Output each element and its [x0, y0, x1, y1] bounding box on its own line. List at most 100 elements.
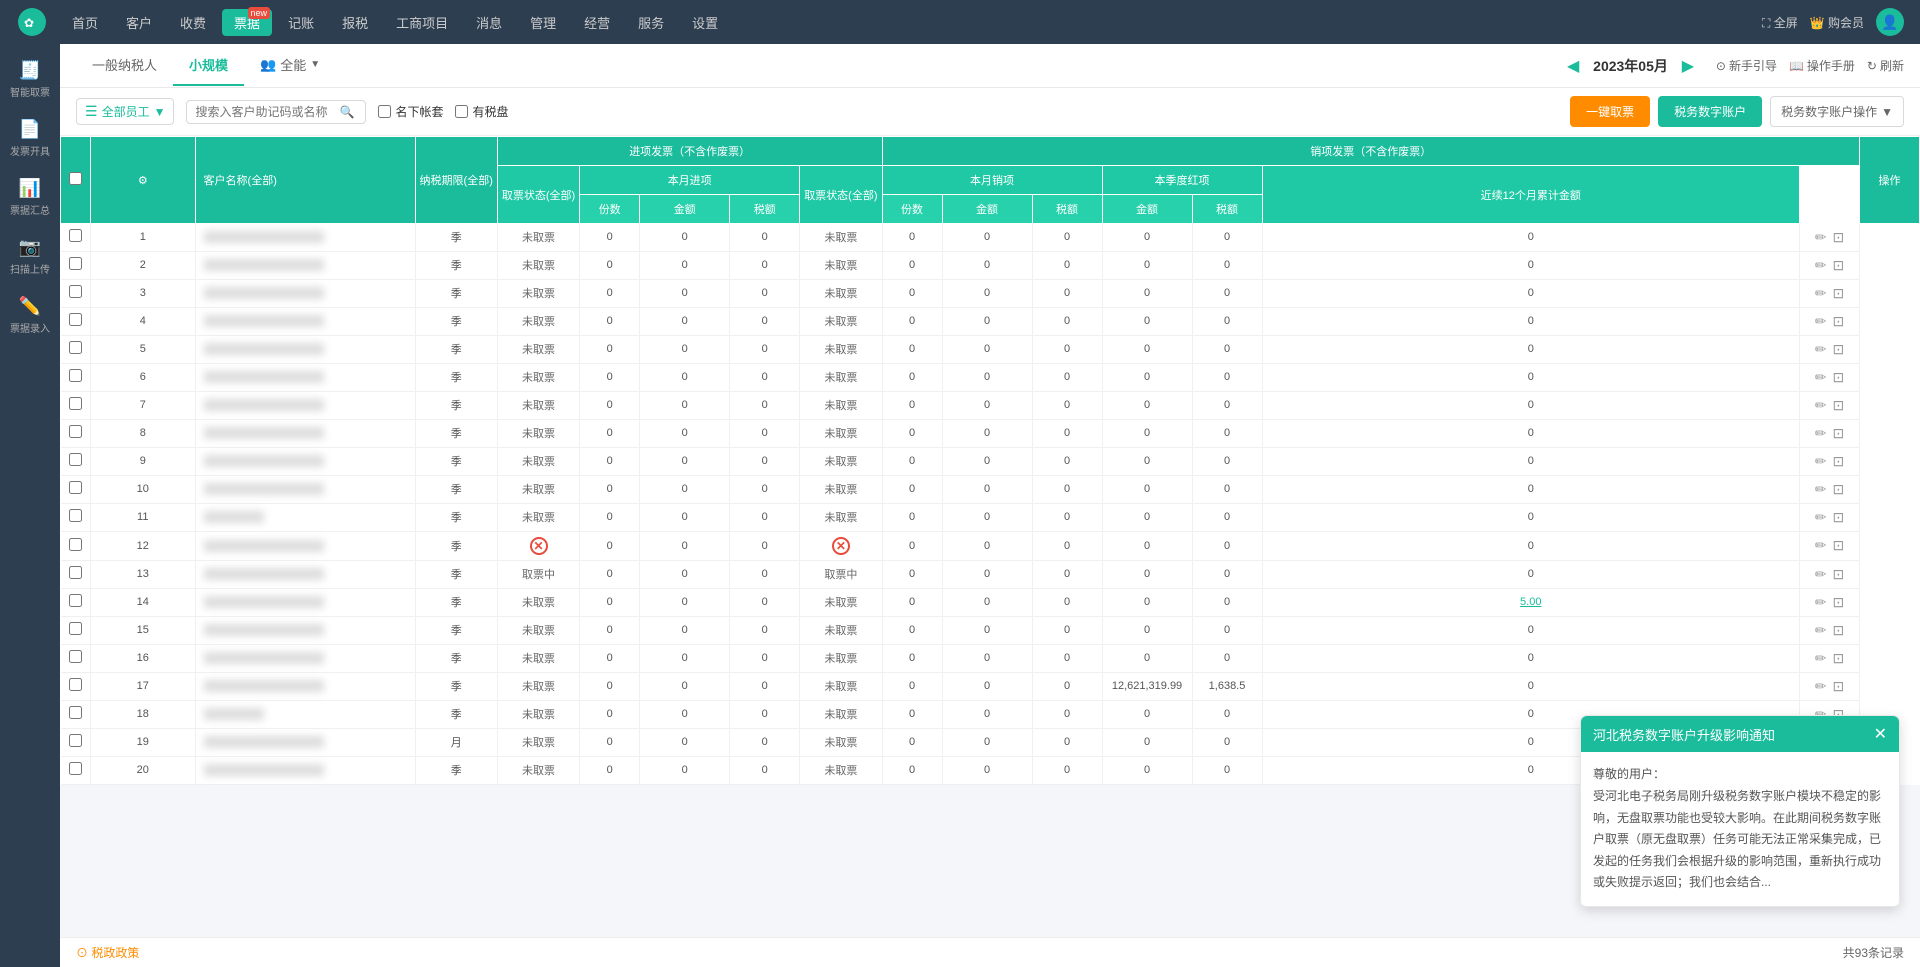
row-checkbox[interactable]	[69, 678, 82, 691]
copy-icon[interactable]: ⊡	[1833, 509, 1845, 526]
nav-item-client[interactable]: 客户	[114, 9, 164, 36]
tab-all[interactable]: 👥 全能 ▼	[244, 45, 336, 86]
guide-link[interactable]: ⊙ 新手引导	[1716, 57, 1777, 74]
row-fetch-out: 取票中	[800, 560, 882, 588]
date-next-btn[interactable]: ▶	[1676, 54, 1700, 78]
table-row: 5 季 未取票 0 0 0 未取票 0 0 0 0 0 0 ✏ ⊡	[61, 335, 1920, 363]
row-checkbox[interactable]	[69, 734, 82, 747]
row-checkbox[interactable]	[69, 622, 82, 635]
row-checkbox[interactable]	[69, 481, 82, 494]
row-count-in: 0	[580, 224, 640, 252]
edit-icon[interactable]: ✏	[1815, 285, 1827, 302]
copy-icon[interactable]: ⊡	[1833, 678, 1845, 695]
sidebar-item-scan-upload[interactable]: 📷 扫描上传	[3, 229, 57, 284]
copy-icon[interactable]: ⊡	[1833, 369, 1845, 386]
row-checkbox[interactable]	[69, 425, 82, 438]
edit-icon[interactable]: ✏	[1815, 678, 1827, 695]
tax-op-btn[interactable]: 税务数字账户操作 ▼	[1770, 96, 1904, 127]
edit-icon[interactable]: ✏	[1815, 397, 1827, 414]
nav-item-tax[interactable]: 报税	[330, 9, 380, 36]
copy-icon[interactable]: ⊡	[1833, 285, 1845, 302]
edit-icon[interactable]: ✏	[1815, 313, 1827, 330]
copy-icon[interactable]: ⊡	[1833, 397, 1845, 414]
row-checkbox[interactable]	[69, 341, 82, 354]
row-checkbox[interactable]	[69, 650, 82, 663]
row-checkbox[interactable]	[69, 706, 82, 719]
edit-icon[interactable]: ✏	[1815, 566, 1827, 583]
row-red-tax: 0	[1192, 531, 1262, 560]
fullscreen-btn[interactable]: ⛶ 全屏	[1762, 14, 1798, 31]
row-checkbox[interactable]	[69, 509, 82, 522]
edit-icon[interactable]: ✏	[1815, 341, 1827, 358]
nav-item-home[interactable]: 首页	[60, 9, 110, 36]
edit-icon[interactable]: ✏	[1815, 650, 1827, 667]
tab-small-scale[interactable]: 小规模	[173, 45, 244, 86]
row-checkbox[interactable]	[69, 566, 82, 579]
table-row: 9 季 未取票 0 0 0 未取票 0 0 0 0 0 0 ✏ ⊡	[61, 447, 1920, 475]
edit-icon[interactable]: ✏	[1815, 481, 1827, 498]
row-checkbox[interactable]	[69, 538, 82, 551]
row-checkbox[interactable]	[69, 285, 82, 298]
tab-general-taxpayer[interactable]: 一般纳税人	[76, 45, 173, 86]
nav-item-ticket[interactable]: 票据 new	[222, 9, 272, 36]
edit-icon[interactable]: ✏	[1815, 453, 1827, 470]
copy-icon[interactable]: ⊡	[1833, 453, 1845, 470]
row-checkbox[interactable]	[69, 313, 82, 326]
copy-icon[interactable]: ⊡	[1833, 622, 1845, 639]
sidebar-item-invoice-open[interactable]: 📄 发票开具	[3, 111, 57, 166]
nav-item-operation[interactable]: 经营	[572, 9, 622, 36]
checkbox-account[interactable]	[378, 105, 391, 118]
row-checkbox[interactable]	[69, 257, 82, 270]
edit-icon[interactable]: ✏	[1815, 257, 1827, 274]
copy-icon[interactable]: ⊡	[1833, 229, 1845, 246]
copy-icon[interactable]: ⊡	[1833, 425, 1845, 442]
manual-link[interactable]: 📖 操作手册	[1789, 57, 1855, 74]
row-checkbox[interactable]	[69, 229, 82, 242]
tax-policy-link[interactable]: ⊙ 税政政策	[76, 944, 139, 961]
row-checkbox[interactable]	[69, 762, 82, 775]
nav-item-service[interactable]: 服务	[626, 9, 676, 36]
sidebar-item-intelligent-ticket[interactable]: 🧾 智能取票	[3, 52, 57, 107]
nav-item-accounting[interactable]: 记账	[276, 9, 326, 36]
row-checkbox[interactable]	[69, 369, 82, 382]
member-btn[interactable]: 👑 购会员	[1810, 14, 1864, 31]
copy-icon[interactable]: ⊡	[1833, 313, 1845, 330]
edit-icon[interactable]: ✏	[1815, 622, 1827, 639]
edit-icon[interactable]: ✏	[1815, 509, 1827, 526]
one-click-btn[interactable]: 一键取票	[1570, 96, 1650, 127]
nav-item-manage[interactable]: 管理	[518, 9, 568, 36]
employee-select[interactable]: ☰ 全部员工 ▼	[76, 98, 174, 125]
th-check	[61, 137, 91, 224]
copy-icon[interactable]: ⊡	[1833, 257, 1845, 274]
sidebar-item-summary[interactable]: 📊 票据汇总	[3, 170, 57, 225]
copy-icon[interactable]: ⊡	[1833, 650, 1845, 667]
refresh-link[interactable]: ↻ 刷新	[1867, 57, 1904, 74]
tax-digital-btn[interactable]: 税务数字账户	[1658, 96, 1762, 127]
sidebar-item-ticket-entry[interactable]: ✏️ 票据录入	[3, 288, 57, 343]
row-checkbox[interactable]	[69, 397, 82, 410]
user-avatar[interactable]: 👤	[1876, 8, 1904, 36]
edit-icon[interactable]: ✏	[1815, 425, 1827, 442]
edit-icon[interactable]: ✏	[1815, 369, 1827, 386]
row-checkbox[interactable]	[69, 453, 82, 466]
edit-icon[interactable]: ✏	[1815, 594, 1827, 611]
copy-icon[interactable]: ⊡	[1833, 481, 1845, 498]
checkbox-label-taxdisk[interactable]: 有税盘	[455, 103, 508, 120]
edit-icon[interactable]: ✏	[1815, 537, 1827, 554]
search-input[interactable]	[195, 105, 335, 119]
copy-icon[interactable]: ⊡	[1833, 341, 1845, 358]
copy-icon[interactable]: ⊡	[1833, 566, 1845, 583]
nav-item-billing[interactable]: 收费	[168, 9, 218, 36]
row-checkbox[interactable]	[69, 594, 82, 607]
nav-item-message[interactable]: 消息	[464, 9, 514, 36]
select-all-checkbox[interactable]	[69, 172, 82, 185]
checkbox-taxdisk[interactable]	[455, 105, 468, 118]
edit-icon[interactable]: ✏	[1815, 229, 1827, 246]
copy-icon[interactable]: ⊡	[1833, 594, 1845, 611]
copy-icon[interactable]: ⊡	[1833, 537, 1845, 554]
notification-close-btn[interactable]: ✕	[1874, 724, 1887, 744]
checkbox-label-account[interactable]: 名下帐套	[378, 103, 443, 120]
nav-item-settings[interactable]: 设置	[680, 9, 730, 36]
date-prev-btn[interactable]: ◀	[1561, 54, 1585, 78]
nav-item-business[interactable]: 工商项目	[384, 9, 460, 36]
